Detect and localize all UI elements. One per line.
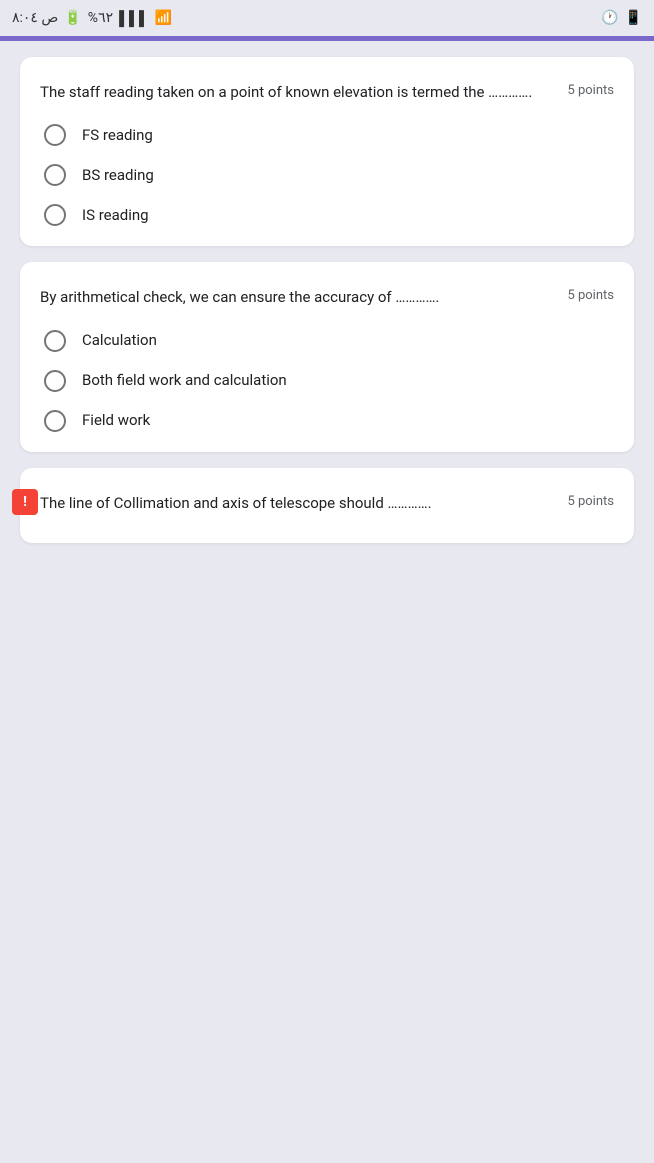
option-both-field-calculation[interactable]: Both field work and calculation	[44, 370, 614, 392]
option-label-calculation: Calculation	[82, 330, 157, 351]
battery-percent: %٦٢	[88, 10, 113, 26]
question-header-1: The staff reading taken on a point of kn…	[40, 81, 614, 104]
comment-icon: !	[12, 489, 38, 515]
question-card-3: ! The line of Collimation and axis of te…	[20, 468, 634, 543]
option-bs-reading[interactable]: BS reading	[44, 164, 614, 186]
battery-icon: 🔋	[64, 10, 81, 26]
question-card-1: The staff reading taken on a point of kn…	[20, 57, 634, 246]
question-text-3: The line of Collimation and axis of tele…	[40, 492, 567, 515]
status-bar: ص ٨:٠٤ 🔋 %٦٢ ▌▌▌ 📶 🕐 📱	[0, 0, 654, 36]
option-label-field-work: Field work	[82, 410, 150, 431]
option-label-both-field-calculation: Both field work and calculation	[82, 370, 287, 391]
radio-calculation[interactable]	[44, 330, 66, 352]
question-card-2: By arithmetical check, we can ensure the…	[20, 262, 634, 451]
status-right: 🕐 📱	[601, 10, 642, 26]
options-list-1: FS reading BS reading IS reading	[40, 124, 614, 226]
page-content: The staff reading taken on a point of kn…	[0, 41, 654, 563]
radio-bs-reading[interactable]	[44, 164, 66, 186]
option-label-is-reading: IS reading	[82, 205, 149, 226]
option-calculation[interactable]: Calculation	[44, 330, 614, 352]
option-label-bs-reading: BS reading	[82, 165, 154, 186]
points-label-2: 5 points	[567, 286, 614, 303]
alarm-icon: 🕐	[601, 10, 618, 26]
radio-is-reading[interactable]	[44, 204, 66, 226]
option-label-fs-reading: FS reading	[82, 125, 153, 146]
option-is-reading[interactable]: IS reading	[44, 204, 614, 226]
radio-field-work[interactable]	[44, 410, 66, 432]
points-label-3: 5 points	[567, 492, 614, 509]
radio-fs-reading[interactable]	[44, 124, 66, 146]
option-fs-reading[interactable]: FS reading	[44, 124, 614, 146]
question-header-2: By arithmetical check, we can ensure the…	[40, 286, 614, 309]
status-left: ص ٨:٠٤ 🔋 %٦٢ ▌▌▌ 📶	[12, 10, 172, 27]
time-display: ص ٨:٠٤	[12, 10, 58, 26]
signal-icon: ▌▌▌	[119, 10, 149, 27]
options-list-2: Calculation Both field work and calculat…	[40, 330, 614, 432]
question-header-3: The line of Collimation and axis of tele…	[40, 492, 614, 515]
battery-full-icon: 📱	[625, 10, 642, 26]
question-text-1: The staff reading taken on a point of kn…	[40, 81, 567, 104]
wifi-icon: 📶	[155, 10, 172, 26]
option-field-work[interactable]: Field work	[44, 410, 614, 432]
points-label-1: 5 points	[567, 81, 614, 98]
radio-both-field-calculation[interactable]	[44, 370, 66, 392]
question-text-2: By arithmetical check, we can ensure the…	[40, 286, 567, 309]
